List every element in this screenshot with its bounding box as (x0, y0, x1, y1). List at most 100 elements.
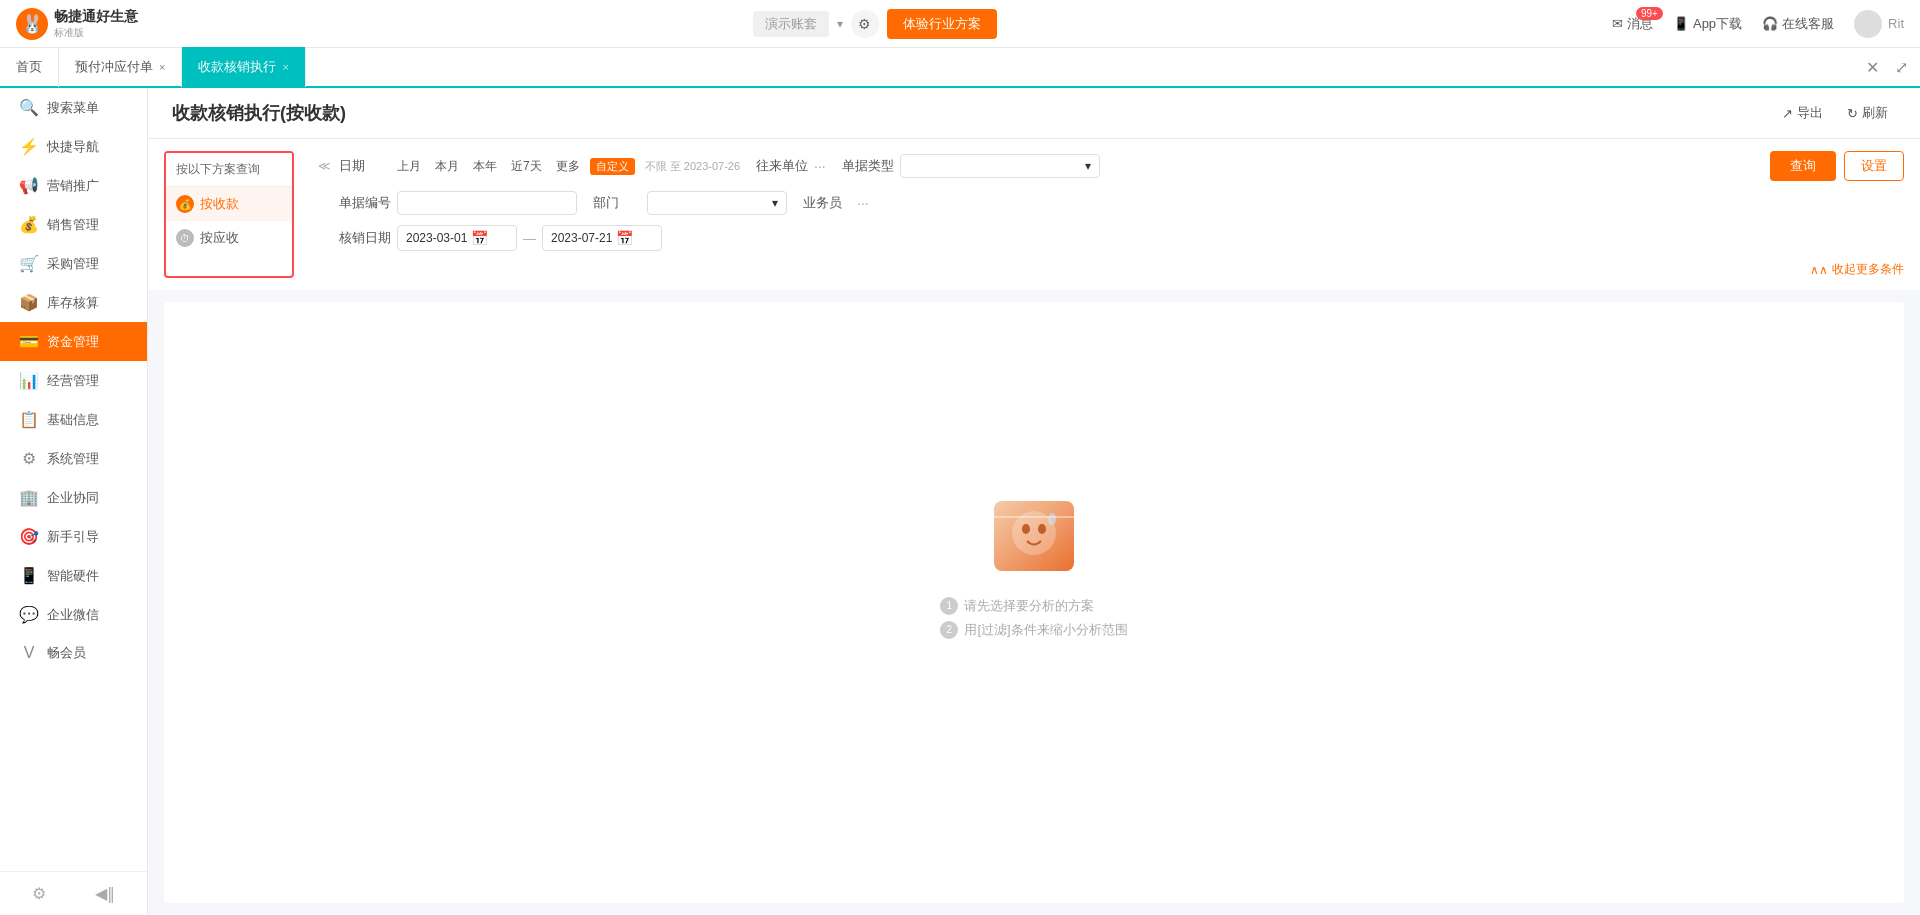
gear-button[interactable]: ⚙ (851, 10, 879, 38)
logo-area: 🐰 畅捷通好生意 标准版 (16, 8, 138, 40)
avatar (1854, 10, 1882, 38)
page-header: 收款核销执行(按收款) ↗ 导出 ↻ 刷新 (148, 88, 1920, 139)
sidebar-label-member: 畅会员 (47, 644, 86, 662)
sidebar-item-inventory[interactable]: 📦 库存核算 (0, 283, 147, 322)
writeoff-date-start-input[interactable]: 2023-03-01 📅 (397, 225, 517, 251)
username: Rit (1888, 16, 1904, 31)
service-icon: 🎧 (1762, 16, 1778, 31)
user-area[interactable]: Rit (1854, 10, 1904, 38)
sidebar-label-hardware: 智能硬件 (47, 567, 99, 585)
date-hint: 不限 至 2023-07-26 (645, 159, 740, 174)
date-btn-prev-month[interactable]: 上月 (393, 156, 425, 177)
filter-option-by-collection[interactable]: 💰 按收款 (166, 187, 292, 221)
filter-row-3: 核销日期 2023-03-01 📅 — 2023-07-21 📅 (339, 225, 1904, 251)
sidebar-item-search[interactable]: 🔍 搜索菜单 (0, 88, 147, 127)
chevron-down-dept: ▾ (772, 196, 778, 210)
date-btn-7days[interactable]: 近7天 (507, 156, 546, 177)
sidebar-item-basic-info[interactable]: 📋 基础信息 (0, 400, 147, 439)
sidebar-item-quick-nav[interactable]: ⚡ 快捷导航 (0, 127, 147, 166)
dept-field: 部门 ▾ (593, 191, 787, 215)
message-button[interactable]: ✉ 消息 99+ (1612, 15, 1653, 33)
by-receivable-label: 按应收 (200, 229, 239, 247)
app-download-label: App下载 (1693, 15, 1742, 33)
writeoff-date-label: 核销日期 (339, 229, 391, 247)
sidebar-item-sales[interactable]: 💰 销售管理 (0, 205, 147, 244)
filter-sidebar: 按以下方案查询 💰 按收款 ⏱ 按应收 (164, 151, 294, 278)
tab-prepay-close[interactable]: × (159, 61, 165, 73)
message-icon: ✉ (1612, 16, 1623, 31)
brand-name: 畅捷通好生意 (54, 8, 138, 26)
settings-bottom-icon[interactable]: ⚙ (28, 880, 50, 907)
sidebar-item-marketing[interactable]: 📢 营销推广 (0, 166, 147, 205)
filter-row-2: 单据编号 部门 ▾ 业务员 ··· (339, 191, 1904, 215)
export-button[interactable]: ↗ 导出 (1774, 100, 1831, 126)
empty-step2: 2 用[过滤]条件来缩小分析范围 (940, 621, 1127, 639)
tab-home[interactable]: 首页 (0, 47, 59, 87)
export-icon: ↗ (1782, 106, 1793, 121)
expand-tab-icon[interactable]: ⤢ (1891, 54, 1912, 81)
empty-text: 1 请先选择要分析的方案 2 用[过滤]条件来缩小分析范围 (940, 597, 1127, 645)
sidebar-label-wechat: 企业微信 (47, 606, 99, 624)
tab-collection-close[interactable]: × (282, 61, 288, 73)
collapse-conditions-btn[interactable]: ∧∧ 收起更多条件 (339, 261, 1904, 278)
sidebar-item-wechat[interactable]: 💬 企业微信 (0, 595, 147, 634)
date-label: 日期 (339, 157, 387, 175)
sidebar-item-purchase[interactable]: 🛒 采购管理 (0, 244, 147, 283)
date-btn-more[interactable]: 更多 (552, 156, 584, 177)
logo-icon: 🐰 (16, 8, 48, 40)
industry-btn[interactable]: 体验行业方案 (887, 9, 997, 39)
doc-type-select[interactable]: ▾ (900, 154, 1100, 178)
sidebar-item-enterprise[interactable]: 🏢 企业协同 (0, 478, 147, 517)
doc-no-input[interactable] (397, 191, 577, 215)
tab-home-label: 首页 (16, 58, 42, 76)
chevron-down-icon[interactable]: ▾ (837, 17, 843, 31)
sidebar-label-purchase: 采购管理 (47, 255, 99, 273)
topbar-right: ✉ 消息 99+ 📱 App下载 🎧 在线客服 Rit (1612, 10, 1904, 38)
svg-point-2 (1022, 524, 1030, 534)
sidebar-item-operation[interactable]: 📊 经营管理 (0, 361, 147, 400)
quick-nav-icon: ⚡ (19, 137, 39, 156)
sidebar-item-guide[interactable]: 🎯 新手引导 (0, 517, 147, 556)
sidebar-item-system[interactable]: ⚙ 系统管理 (0, 439, 147, 478)
date-separator: — (523, 231, 536, 246)
purchase-icon: 🛒 (19, 254, 39, 273)
writeoff-date-end-input[interactable]: 2023-07-21 📅 (542, 225, 662, 251)
sidebar: 🔍 搜索菜单 ⚡ 快捷导航 📢 营销推广 💰 销售管理 🛒 采购管理 📦 库存核… (0, 88, 148, 915)
refresh-label: 刷新 (1862, 104, 1888, 122)
date-btn-this-year[interactable]: 本年 (469, 156, 501, 177)
workspace-name[interactable]: 演示账套 (753, 11, 829, 37)
sidebar-item-finance[interactable]: 💳 资金管理 (0, 322, 147, 361)
tab-collection-label: 收款核销执行 (198, 58, 276, 76)
enterprise-icon: 🏢 (19, 488, 39, 507)
sidebar-label-guide: 新手引导 (47, 528, 99, 546)
doc-no-field: 单据编号 (339, 191, 577, 215)
close-tab-icon[interactable]: ✕ (1862, 54, 1883, 81)
date-btn-this-month[interactable]: 本月 (431, 156, 463, 177)
settings-button[interactable]: 设置 (1844, 151, 1904, 181)
partner-label: 往来单位 (756, 157, 808, 175)
topbar-left: 🐰 畅捷通好生意 标准版 (16, 8, 138, 40)
basic-info-icon: 📋 (19, 410, 39, 429)
filter-row-1: 日期 上月 本月 本年 近7天 更多 自定义 不限 至 2023-07-26 (339, 151, 1904, 181)
step2-circle: 2 (940, 621, 958, 639)
dept-select[interactable]: ▾ (647, 191, 787, 215)
sidebar-item-hardware[interactable]: 📱 智能硬件 (0, 556, 147, 595)
refresh-icon: ↻ (1847, 106, 1858, 121)
query-button[interactable]: 查询 (1770, 151, 1836, 181)
filter-collapse-btn[interactable]: ≪ (310, 155, 339, 278)
sidebar-label-sales: 销售管理 (47, 216, 99, 234)
by-receivable-icon: ⏱ (176, 229, 194, 247)
partner-select-btn[interactable]: ··· (814, 158, 826, 174)
app-download-button[interactable]: 📱 App下载 (1673, 15, 1742, 33)
writeoff-date-field: 核销日期 2023-03-01 📅 — 2023-07-21 📅 (339, 225, 662, 251)
tab-prepay[interactable]: 预付冲应付单 × (59, 47, 182, 87)
filter-option-by-receivable[interactable]: ⏱ 按应收 (166, 221, 292, 255)
step1-label: 请先选择要分析的方案 (964, 597, 1094, 615)
date-btn-custom[interactable]: 自定义 (590, 158, 635, 175)
online-service-button[interactable]: 🎧 在线客服 (1762, 15, 1834, 33)
tab-collection[interactable]: 收款核销执行 × (182, 47, 305, 87)
sidebar-item-member[interactable]: V 畅会员 (0, 634, 147, 672)
refresh-button[interactable]: ↻ 刷新 (1839, 100, 1896, 126)
staff-select-btn[interactable]: ··· (857, 195, 869, 211)
collapse-sidebar-icon[interactable]: ◀‖ (91, 880, 119, 907)
